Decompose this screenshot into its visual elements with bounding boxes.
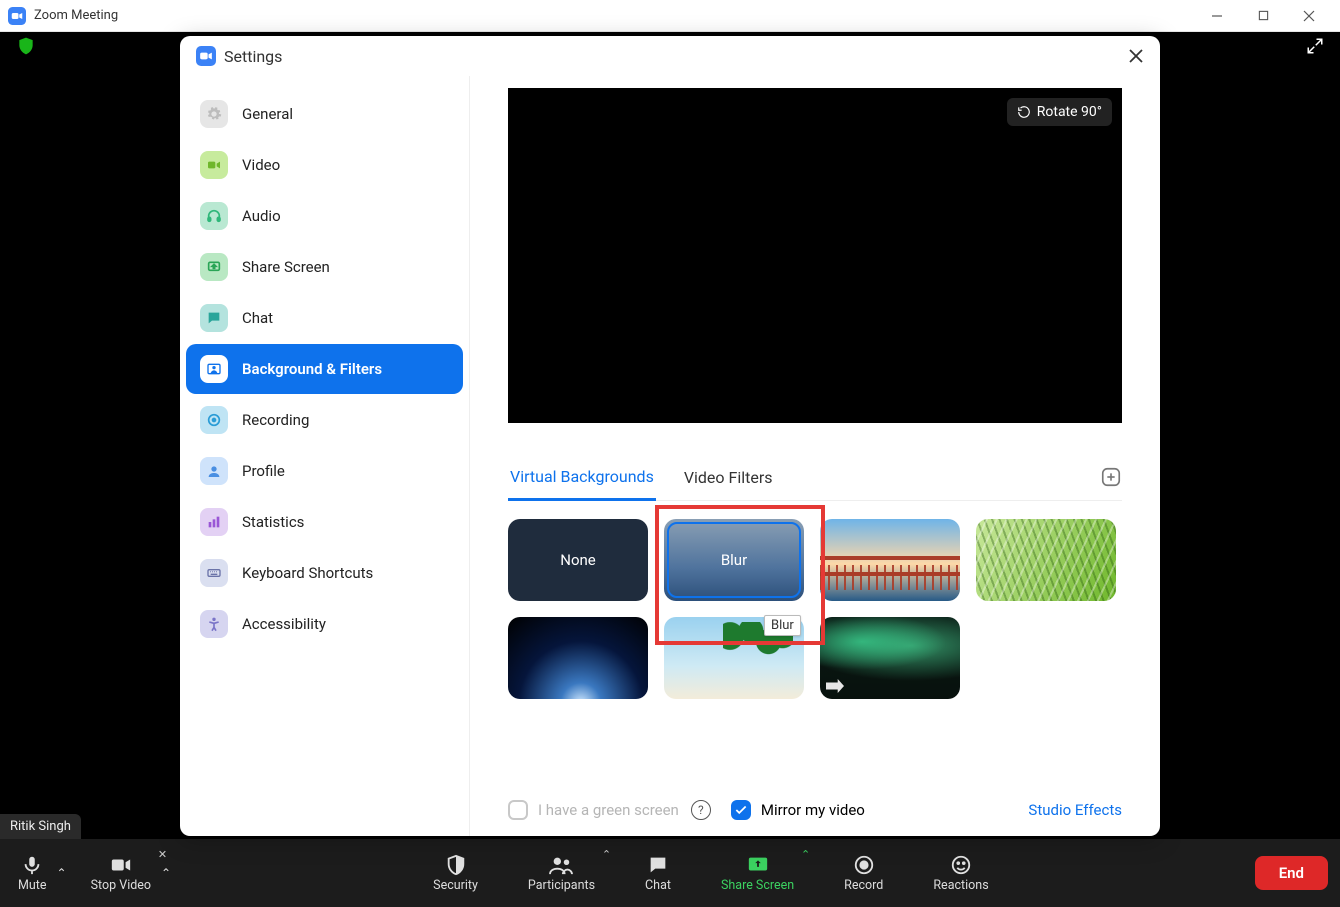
mute-button[interactable]: Mute	[12, 850, 53, 897]
participants-label: Participants	[528, 878, 595, 893]
participants-caret-icon[interactable]: ⌃	[602, 848, 611, 861]
sidebar-item-recording[interactable]: Recording	[186, 395, 463, 445]
background-option-grass[interactable]	[976, 519, 1116, 601]
tab-video-filters[interactable]: Video Filters	[682, 458, 775, 499]
meeting-toolbar: Mute ⌃ ✕ Stop Video ⌃ Security ⌃ Partici…	[0, 839, 1340, 907]
sidebar-item-video[interactable]: Video	[186, 140, 463, 190]
window-close-button[interactable]	[1286, 0, 1332, 32]
chat-label: Chat	[645, 878, 671, 893]
rotate-90-button[interactable]: Rotate 90°	[1007, 98, 1112, 126]
rotate-icon	[1017, 105, 1031, 119]
sidebar-item-share-screen[interactable]: Share Screen	[186, 242, 463, 292]
security-label: Security	[433, 878, 478, 893]
reactions-button[interactable]: Reactions	[927, 850, 994, 897]
sidebar-item-label: Chat	[242, 309, 273, 327]
zoom-logo-icon	[196, 46, 216, 66]
profile-icon	[200, 457, 228, 485]
blur-tooltip: Blur	[764, 615, 801, 636]
add-background-button[interactable]	[1100, 466, 1122, 492]
bg-none-label: None	[560, 551, 596, 569]
video-preview: Rotate 90°	[508, 88, 1122, 423]
background-option-none[interactable]: None	[508, 519, 648, 601]
background-option-blur[interactable]: Blur	[664, 519, 804, 601]
sidebar-item-audio[interactable]: Audio	[186, 191, 463, 241]
end-meeting-button[interactable]: End	[1255, 856, 1328, 890]
window-title: Zoom Meeting	[34, 8, 118, 23]
window-maximize-button[interactable]	[1240, 0, 1286, 32]
rotate-label: Rotate 90°	[1037, 104, 1102, 120]
bg-blur-label: Blur	[721, 551, 747, 569]
record-icon	[200, 406, 228, 434]
studio-effects-link[interactable]: Studio Effects	[1028, 801, 1122, 819]
sidebar-item-label: Profile	[242, 462, 285, 480]
gear-icon	[200, 100, 228, 128]
video-icon	[200, 151, 228, 179]
chat-icon	[200, 304, 228, 332]
video-close-mini-icon: ✕	[158, 848, 167, 861]
participants-button[interactable]: ⌃ Participants	[522, 850, 601, 897]
sidebar-item-label: Background & Filters	[242, 360, 382, 378]
encryption-shield-icon[interactable]	[16, 36, 36, 60]
background-option-earth[interactable]	[508, 617, 648, 699]
enter-fullscreen-icon[interactable]	[1306, 37, 1324, 59]
tab-virtual-backgrounds[interactable]: Virtual Backgrounds	[508, 457, 656, 501]
mirror-video-label: Mirror my video	[761, 801, 865, 819]
sidebar-item-label: Recording	[242, 411, 309, 429]
background-option-aurora[interactable]	[820, 617, 960, 699]
share-screen-caret-icon[interactable]: ⌃	[801, 848, 810, 861]
participant-name-badge: Ritik Singh	[0, 814, 81, 839]
window-titlebar: Zoom Meeting	[0, 0, 1340, 32]
accessibility-icon	[200, 610, 228, 638]
record-label: Record	[844, 878, 883, 893]
mirror-video-checkbox[interactable]	[731, 800, 751, 820]
sidebar-item-label: Video	[242, 156, 280, 174]
video-icon	[826, 679, 844, 693]
green-screen-checkbox[interactable]	[508, 800, 528, 820]
security-button[interactable]: Security	[427, 850, 484, 897]
sidebar-item-accessibility[interactable]: Accessibility	[186, 599, 463, 649]
share-screen-button[interactable]: ⌃ Share Screen	[715, 850, 800, 897]
headphones-icon	[200, 202, 228, 230]
reactions-label: Reactions	[933, 878, 988, 893]
chat-button[interactable]: Chat	[639, 850, 677, 897]
sidebar-item-label: Keyboard Shortcuts	[242, 564, 373, 582]
sidebar-item-label: Share Screen	[242, 258, 330, 276]
settings-title: Settings	[224, 47, 282, 66]
settings-modal: Settings General Video Audio Share Scree…	[180, 36, 1160, 836]
sidebar-item-label: General	[242, 105, 293, 123]
sidebar-item-label: Accessibility	[242, 615, 326, 633]
zoom-logo-icon	[8, 7, 26, 25]
sidebar-item-general[interactable]: General	[186, 89, 463, 139]
mute-label: Mute	[18, 878, 47, 893]
settings-close-button[interactable]	[1128, 48, 1144, 64]
share-screen-label: Share Screen	[721, 878, 794, 893]
sidebar-item-keyboard-shortcuts[interactable]: Keyboard Shortcuts	[186, 548, 463, 598]
video-options-caret-icon[interactable]: ⌃	[157, 866, 175, 880]
share-icon	[200, 253, 228, 281]
sidebar-item-profile[interactable]: Profile	[186, 446, 463, 496]
settings-sidebar: General Video Audio Share Screen Chat Ba…	[180, 76, 470, 836]
stats-icon	[200, 508, 228, 536]
sidebar-item-label: Audio	[242, 207, 281, 225]
green-screen-info-icon[interactable]: ?	[691, 800, 711, 820]
mute-options-caret-icon[interactable]: ⌃	[53, 866, 71, 880]
window-minimize-button[interactable]	[1194, 0, 1240, 32]
record-button[interactable]: Record	[838, 850, 889, 897]
sidebar-item-background-filters[interactable]: Background & Filters	[186, 344, 463, 394]
background-icon	[200, 355, 228, 383]
green-screen-label: I have a green screen	[538, 801, 679, 819]
sidebar-item-statistics[interactable]: Statistics	[186, 497, 463, 547]
sidebar-item-chat[interactable]: Chat	[186, 293, 463, 343]
background-option-bridge[interactable]	[820, 519, 960, 601]
keyboard-icon	[200, 559, 228, 587]
sidebar-item-label: Statistics	[242, 513, 304, 531]
stop-video-label: Stop Video	[91, 878, 151, 893]
stop-video-button[interactable]: ✕ Stop Video	[85, 850, 157, 897]
